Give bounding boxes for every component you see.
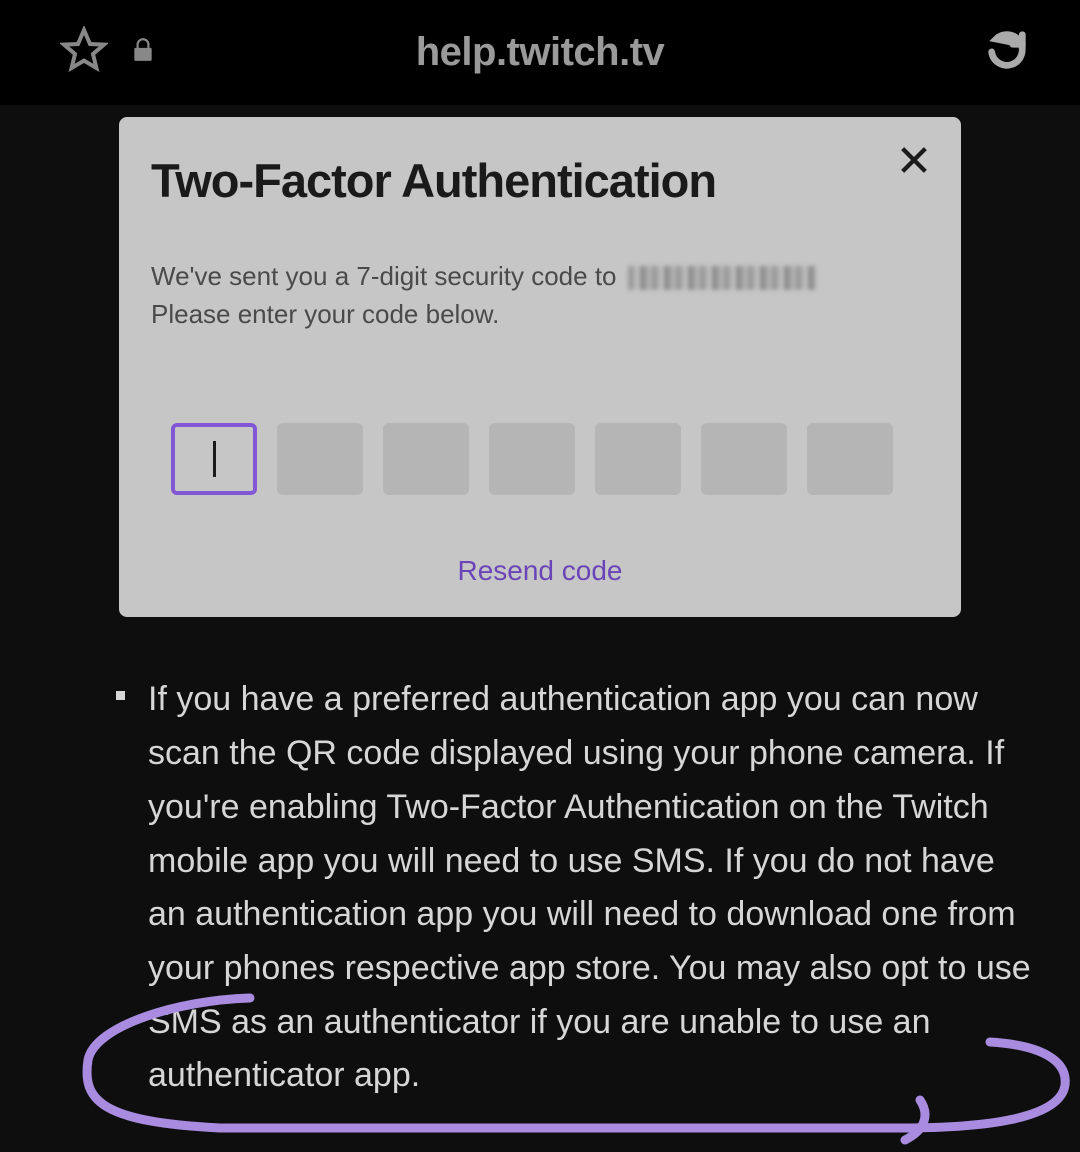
code-digit-7[interactable] — [807, 423, 893, 495]
bookmark-star-icon[interactable] — [60, 26, 108, 79]
modal-description: We've sent you a 7-digit security code t… — [151, 258, 929, 333]
modal-desc-line1: We've sent you a 7-digit security code t… — [151, 261, 617, 291]
modal-title: Two-Factor Authentication — [151, 153, 929, 208]
browser-left-controls — [60, 26, 156, 79]
code-digit-3[interactable] — [383, 423, 469, 495]
code-digit-2[interactable] — [277, 423, 363, 495]
page-content: Two-Factor Authentication We've sent you… — [0, 105, 1080, 1103]
bullet-icon — [116, 691, 125, 700]
close-icon[interactable] — [897, 143, 931, 182]
redacted-phone — [628, 266, 816, 290]
modal-desc-line2: Please enter your code below. — [151, 299, 499, 329]
lock-icon — [130, 37, 156, 68]
code-digit-1[interactable] — [171, 423, 257, 495]
code-digit-6[interactable] — [701, 423, 787, 495]
code-digit-4[interactable] — [489, 423, 575, 495]
browser-address-bar: help.twitch.tv — [0, 0, 1080, 105]
two-factor-modal: Two-Factor Authentication We've sent you… — [119, 117, 961, 617]
article-bullet-text: If you have a preferred authentication a… — [110, 673, 1034, 1103]
help-article-body: If you have a preferred authentication a… — [0, 617, 1080, 1103]
code-digit-5[interactable] — [595, 423, 681, 495]
reload-icon[interactable] — [984, 27, 1030, 78]
code-input-row — [151, 423, 929, 495]
url-text[interactable]: help.twitch.tv — [416, 30, 665, 75]
resend-code-link[interactable]: Resend code — [151, 555, 929, 587]
